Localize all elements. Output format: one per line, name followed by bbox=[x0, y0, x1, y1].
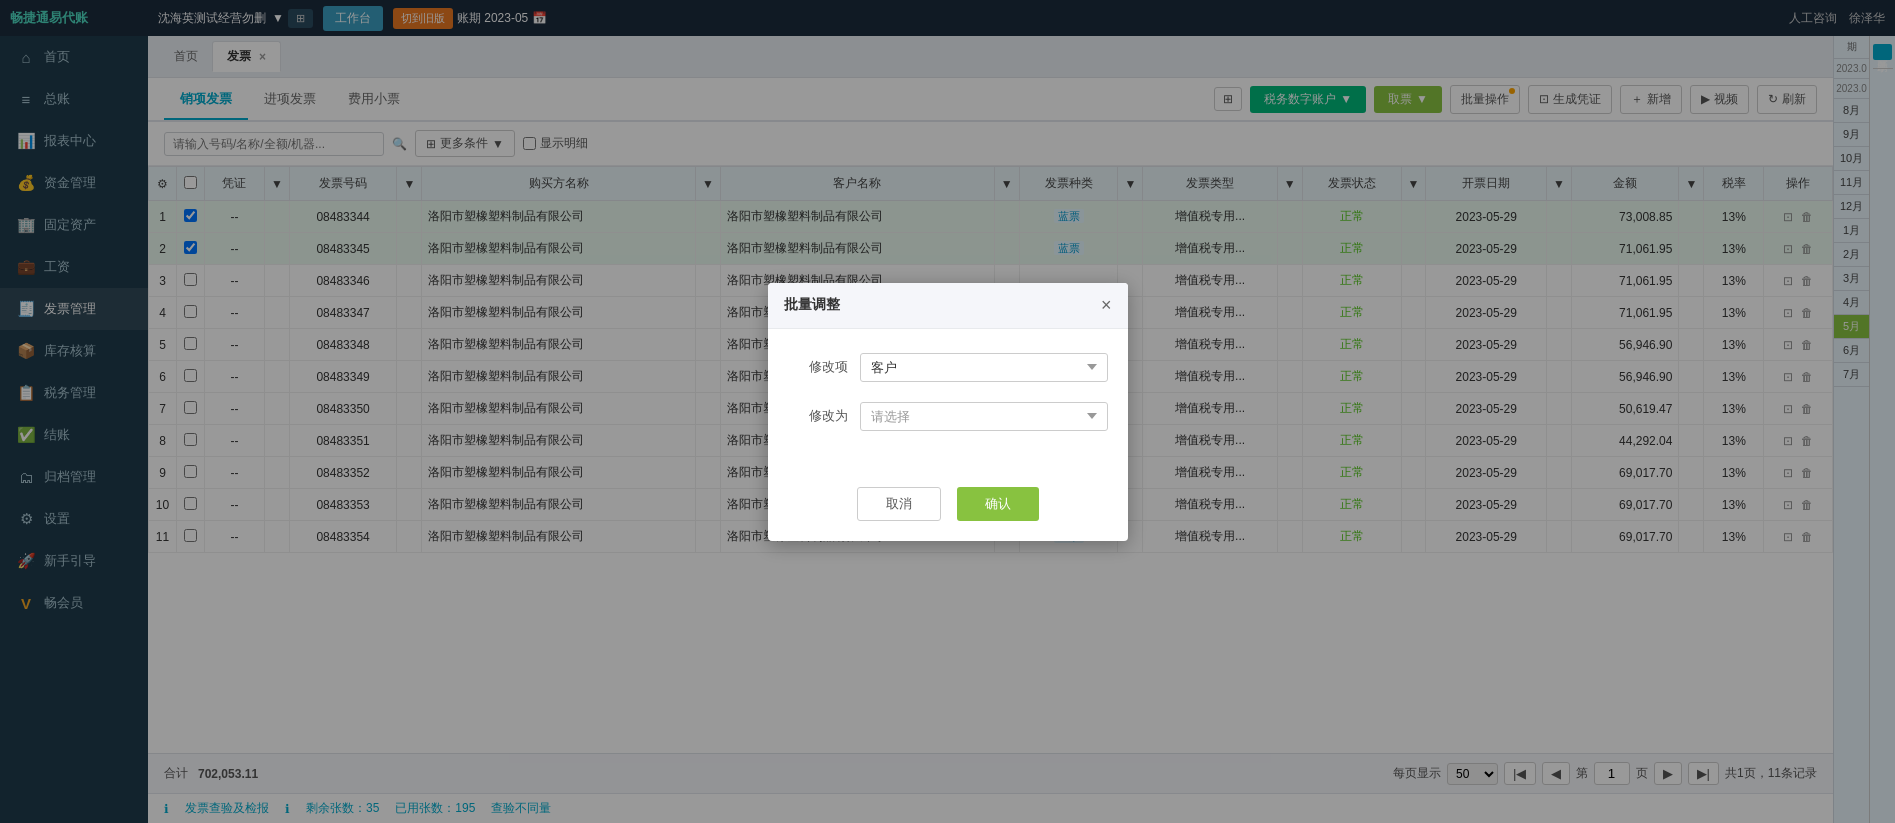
modal-value-select[interactable]: 请选择 bbox=[860, 402, 1108, 431]
modal-field-select[interactable]: 客户 发票类型 发票种类 发票状态 bbox=[860, 353, 1108, 382]
modal-overlay: 批量调整 × 修改项 客户 发票类型 发票种类 发票状态 修改为 请选择 取 bbox=[0, 0, 1895, 823]
modal-field-label: 修改项 bbox=[788, 358, 848, 376]
modal-footer: 取消 确认 bbox=[768, 475, 1128, 541]
batch-adjust-modal: 批量调整 × 修改项 客户 发票类型 发票种类 发票状态 修改为 请选择 取 bbox=[768, 283, 1128, 541]
modal-close-btn[interactable]: × bbox=[1101, 295, 1112, 316]
modal-cancel-btn[interactable]: 取消 bbox=[857, 487, 941, 521]
modal-value-row: 修改为 请选择 bbox=[788, 402, 1108, 431]
modal-header: 批量调整 × bbox=[768, 283, 1128, 329]
modal-confirm-btn[interactable]: 确认 bbox=[957, 487, 1039, 521]
modal-field-row: 修改项 客户 发票类型 发票种类 发票状态 bbox=[788, 353, 1108, 382]
modal-title: 批量调整 bbox=[784, 296, 840, 314]
modal-value-label: 修改为 bbox=[788, 407, 848, 425]
modal-body: 修改项 客户 发票类型 发票种类 发票状态 修改为 请选择 bbox=[768, 329, 1128, 475]
